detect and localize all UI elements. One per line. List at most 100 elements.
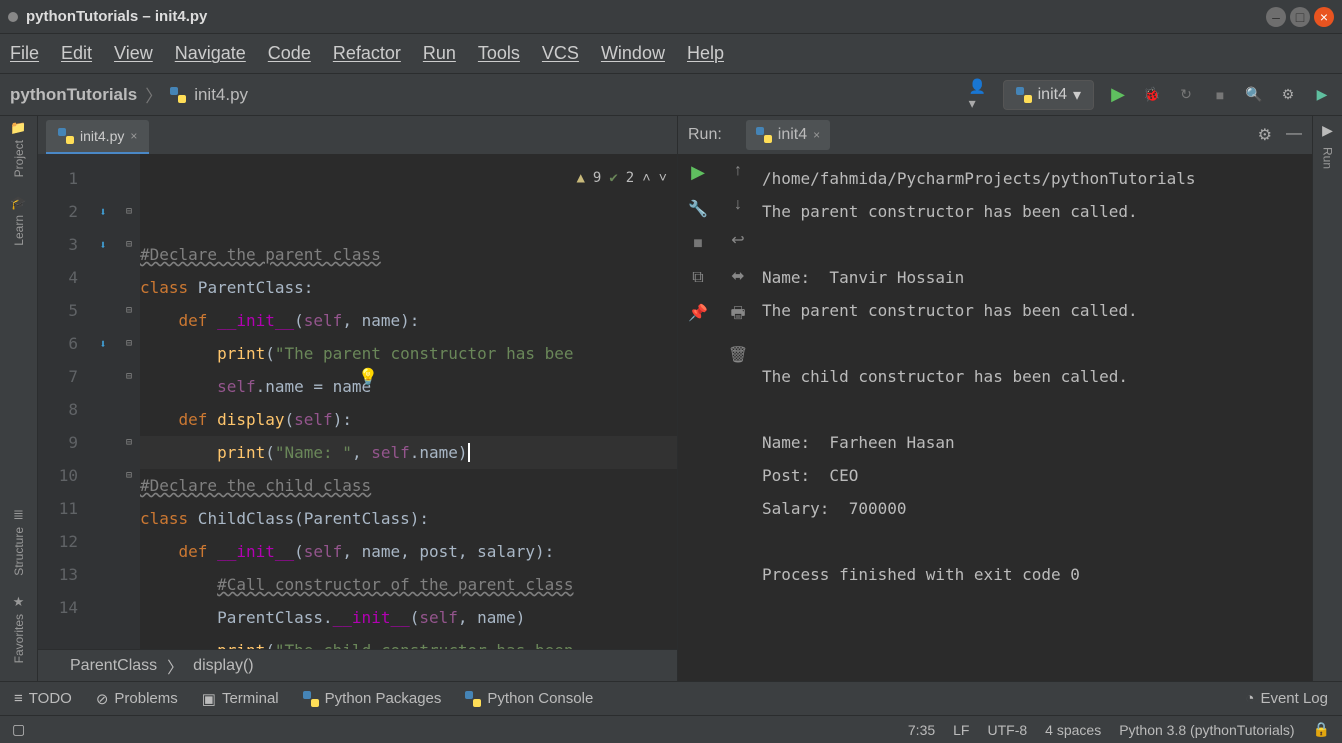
problems-button[interactable]: ⊘Problems xyxy=(96,690,178,708)
run-actions-col1: ▶ 🔧 ■ ⧉ 📌 xyxy=(678,154,718,681)
up-icon[interactable]: ˄ xyxy=(642,162,650,195)
close-tab-icon[interactable]: × xyxy=(130,129,137,143)
status-position[interactable]: 7:35 xyxy=(908,722,935,738)
icon-gutter: ⬇⬇⬇ xyxy=(88,154,118,649)
learn-icon[interactable]: 🎓 xyxy=(10,195,26,211)
up-arrow-icon[interactable]: ↑ xyxy=(734,162,742,180)
python-file-icon xyxy=(58,128,74,144)
todo-button[interactable]: ≡TODO xyxy=(14,690,72,707)
app-menu-icon[interactable] xyxy=(8,12,18,22)
down-icon[interactable]: ˅ xyxy=(659,162,667,195)
menu-navigate[interactable]: Navigate xyxy=(175,43,246,64)
console-output[interactable]: /home/fahmida/PycharmProjects/pythonTuto… xyxy=(758,154,1312,681)
titlebar: pythonTutorials – init4.py – □ × xyxy=(0,0,1342,34)
breadcrumb-root[interactable]: pythonTutorials xyxy=(10,85,137,105)
menu-help[interactable]: Help xyxy=(687,43,724,64)
close-run-tab-icon[interactable]: × xyxy=(813,128,820,142)
run-config-selector[interactable]: init4 ▾ xyxy=(1003,80,1094,110)
favorites-icon[interactable]: ★ xyxy=(13,594,25,610)
print-icon[interactable]: 🖶 xyxy=(730,302,745,329)
intention-bulb-icon[interactable]: 💡 xyxy=(358,360,378,393)
scroll-icon[interactable]: ⬌ xyxy=(731,266,744,286)
ok-icon: ✔ xyxy=(609,162,617,195)
chevron-down-icon: ▾ xyxy=(1073,85,1081,105)
status-bar: ▢ 7:35 LF UTF-8 4 spaces Python 3.8 (pyt… xyxy=(0,715,1342,743)
menu-edit[interactable]: Edit xyxy=(61,43,92,64)
project-icon[interactable]: 📁 xyxy=(10,120,26,136)
python-console-button[interactable]: Python Console xyxy=(465,690,593,707)
down-arrow-icon[interactable]: ↓ xyxy=(734,196,742,214)
menu-refactor[interactable]: Refactor xyxy=(333,43,401,64)
rail-favorites[interactable]: Favorites xyxy=(12,614,26,663)
rerun-button[interactable]: ▶ xyxy=(691,162,705,183)
run-tab-label: init4 xyxy=(778,126,807,144)
terminal-button[interactable]: ▣Terminal xyxy=(202,690,279,708)
fold-gutter: ⊟⊟⊟⊟⊟⊟⊟ xyxy=(118,154,140,649)
lock-icon[interactable]: 🔒 xyxy=(1313,721,1330,738)
breadcrumb-class[interactable]: ParentClass xyxy=(70,657,157,675)
python-packages-button[interactable]: Python Packages xyxy=(303,690,442,707)
trash-icon[interactable]: 🗑 xyxy=(728,345,748,365)
menu-window[interactable]: Window xyxy=(601,43,665,64)
editor-tab[interactable]: init4.py × xyxy=(46,120,149,154)
right-tool-rail: ▶ Run xyxy=(1312,116,1342,681)
rail-structure[interactable]: Structure xyxy=(12,527,26,576)
python-icon xyxy=(303,691,319,707)
code-editor[interactable]: 1234567891011121314 ⬇⬇⬇ ⊟⊟⊟⊟⊟⊟⊟ ▲ 9 ✔ 2 … xyxy=(38,154,677,649)
status-encoding[interactable]: UTF-8 xyxy=(987,722,1027,738)
maximize-button[interactable]: □ xyxy=(1290,7,1310,27)
run-actions-col2: ↑ ↓ ↩ ⬌ 🖶 🗑 xyxy=(718,154,758,681)
terminal-icon: ▣ xyxy=(202,690,216,708)
debug-button[interactable]: 🐞 xyxy=(1142,85,1162,105)
breadcrumb-method[interactable]: display() xyxy=(193,657,253,675)
status-indent[interactable]: 4 spaces xyxy=(1045,722,1101,738)
chevron-icon: 〉 xyxy=(145,82,162,107)
menu-code[interactable]: Code xyxy=(268,43,311,64)
bottom-tool-bar: ≡TODO ⊘Problems ▣Terminal Python Package… xyxy=(0,681,1342,715)
minimize-button[interactable]: – xyxy=(1266,7,1286,27)
wrench-icon[interactable]: 🔧 xyxy=(688,199,708,219)
python-icon xyxy=(756,127,772,143)
run-tab[interactable]: init4 × xyxy=(746,120,830,150)
settings-button[interactable]: ⚙ xyxy=(1278,85,1298,105)
rail-learn[interactable]: Learn xyxy=(12,215,26,246)
run-settings-icon[interactable]: ⚙ xyxy=(1258,125,1272,145)
status-interpreter[interactable]: Python 3.8 (pythonTutorials) xyxy=(1119,722,1294,738)
menu-tools[interactable]: Tools xyxy=(478,43,520,64)
user-icon[interactable]: 👤▾ xyxy=(969,85,989,105)
softwrap-icon[interactable]: ↩ xyxy=(731,230,744,250)
left-tool-rail: 📁 Project 🎓 Learn ≣ Structure ★ Favorite… xyxy=(0,116,38,681)
python-icon xyxy=(465,691,481,707)
navigation-toolbar: pythonTutorials 〉 init4.py 👤▾ init4 ▾ ▶ … xyxy=(0,74,1342,116)
minimize-panel-icon[interactable]: — xyxy=(1286,125,1302,145)
search-button[interactable]: 🔍 xyxy=(1244,85,1264,105)
ide-features-button[interactable]: ▶ xyxy=(1312,85,1332,105)
rail-project[interactable]: Project xyxy=(12,140,26,177)
problems-icon: ⊘ xyxy=(96,690,109,708)
rail-run-label[interactable]: Run xyxy=(1321,147,1335,169)
warning-icon: ▲ xyxy=(576,162,584,195)
run-rail-icon[interactable]: ▶ xyxy=(1322,122,1333,139)
coverage-button[interactable]: ↻ xyxy=(1176,85,1196,105)
warning-count: 9 xyxy=(593,162,601,195)
menu-view[interactable]: View xyxy=(114,43,153,64)
menu-run[interactable]: Run xyxy=(423,43,456,64)
chevron-icon: 〉 xyxy=(167,654,183,678)
status-line-sep[interactable]: LF xyxy=(953,722,969,738)
tool-windows-icon[interactable]: ▢ xyxy=(12,721,25,737)
run-button[interactable]: ▶ xyxy=(1108,85,1128,105)
pin-icon[interactable]: 📌 xyxy=(688,303,708,323)
menu-file[interactable]: File xyxy=(10,43,39,64)
stop-button[interactable]: ■ xyxy=(1210,85,1230,105)
close-button[interactable]: × xyxy=(1314,7,1334,27)
line-gutter: 1234567891011121314 xyxy=(38,154,88,649)
code-content[interactable]: ▲ 9 ✔ 2 ˄ ˅ 💡 #Declare the parent classc… xyxy=(140,154,677,649)
stop-icon[interactable]: ■ xyxy=(693,235,703,253)
window-title: pythonTutorials – init4.py xyxy=(26,8,207,25)
breadcrumb-file[interactable]: init4.py xyxy=(194,85,248,105)
menu-vcs[interactable]: VCS xyxy=(542,43,579,64)
layout-icon[interactable]: ⧉ xyxy=(692,269,703,287)
structure-icon[interactable]: ≣ xyxy=(13,507,24,523)
inspection-widget[interactable]: ▲ 9 ✔ 2 ˄ ˅ xyxy=(576,162,667,195)
event-log-button[interactable]: ◔Event Log xyxy=(1245,690,1328,707)
